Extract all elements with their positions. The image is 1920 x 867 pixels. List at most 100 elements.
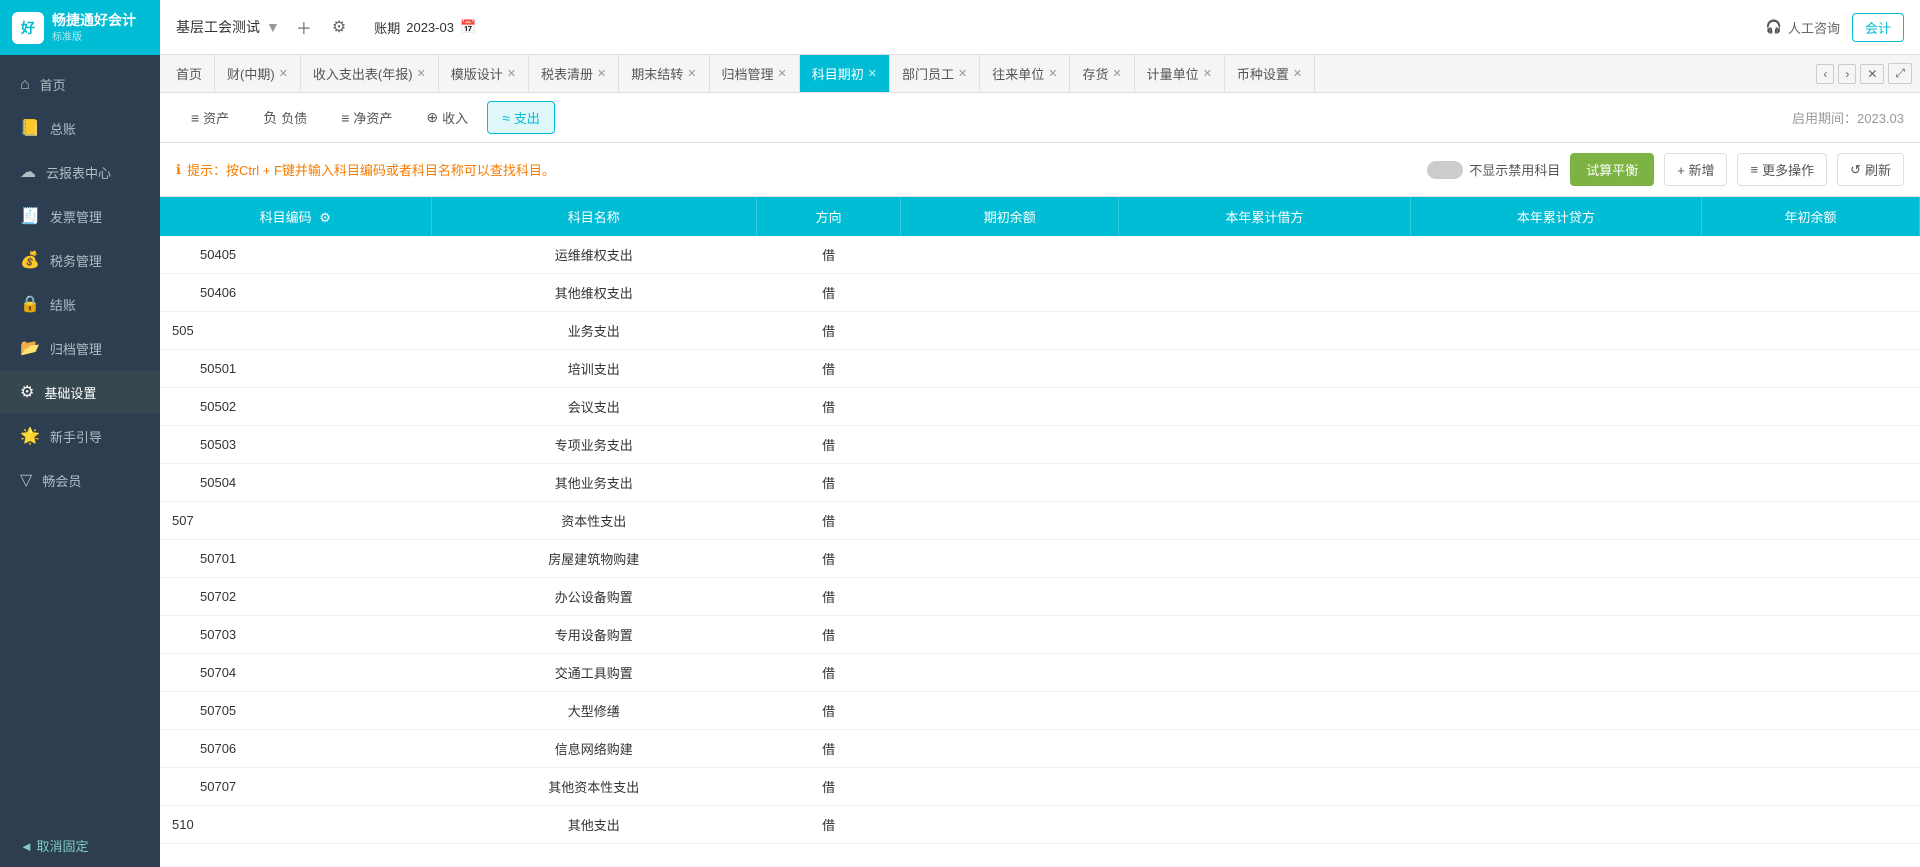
subtab-equity-label: 净资产 [353, 108, 392, 127]
cell-code: 50504 [160, 464, 431, 502]
cell-direction: 借 [756, 730, 900, 768]
tab-interim-close[interactable]: ✕ [279, 67, 288, 80]
sidebar-item-close[interactable]: 🔒 结账 [0, 282, 160, 326]
tab-dept-close[interactable]: ✕ [958, 67, 967, 80]
table-row[interactable]: 50702办公设备购置借 [160, 578, 1920, 616]
table-row[interactable]: 50504其他业务支出借 [160, 464, 1920, 502]
sidebar-item-settings[interactable]: ⚙ 基础设置 [0, 370, 160, 414]
cell-ytd-credit [1410, 654, 1701, 692]
tab-dept[interactable]: 部门员工 ✕ [890, 55, 980, 93]
tab-income[interactable]: 收入支出表(年报) ✕ [301, 55, 439, 93]
refresh-btn[interactable]: ↺ 刷新 [1837, 153, 1904, 186]
sidebar-item-home[interactable]: ⌂ 首页 [0, 63, 160, 106]
sidebar-collapse-btn[interactable]: ◄ 取消固定 [0, 824, 160, 867]
org-dropdown-icon[interactable]: ▼ [266, 19, 280, 35]
cell-year-opening [1702, 350, 1920, 388]
tab-partners-close[interactable]: ✕ [1048, 67, 1057, 80]
sidebar-label-reports: 云报表中心 [46, 163, 111, 182]
toggle-label-text: 不显示禁用科目 [1469, 160, 1560, 179]
kuaiji-btn[interactable]: 会计 [1852, 13, 1904, 42]
tab-partners[interactable]: 往来单位 ✕ [980, 55, 1070, 93]
cell-ytd-debit [1119, 236, 1410, 274]
main-content: 基层工会测试 ▼ ＋ ⚙ 账期 2023-03 📅 🎧 人工咨询 会计 首页 财… [160, 0, 1920, 867]
subtab-liability[interactable]: 负 负债 [248, 101, 322, 135]
sidebar-item-archive[interactable]: 📂 归档管理 [0, 326, 160, 370]
tab-subject-init[interactable]: 科目期初 ✕ [800, 55, 890, 93]
tab-template[interactable]: 模版设计 ✕ [439, 55, 529, 93]
sidebar-item-ledger[interactable]: 📒 总账 [0, 106, 160, 150]
table-header-row: 科目编码 ⚙ 科目名称 方向 期初余额 本年累计借方 本年累计贷方 年初余额 [160, 197, 1920, 236]
table-row[interactable]: 50503专项业务支出借 [160, 426, 1920, 464]
sidebar-item-guide[interactable]: 🌟 新手引导 [0, 414, 160, 458]
tab-template-close[interactable]: ✕ [507, 67, 516, 80]
table-row[interactable]: 50701房屋建筑物购建借 [160, 540, 1920, 578]
subtab-income-label: 收入 [442, 108, 468, 127]
tabs-expand-btn[interactable]: ⤢ [1888, 63, 1912, 84]
sidebar-item-reports[interactable]: ☁ 云报表中心 [0, 150, 160, 194]
member-icon: ▽ [20, 470, 32, 490]
table-row[interactable]: 50406其他维权支出借 [160, 274, 1920, 312]
add-tab-btn[interactable]: ＋ [292, 11, 316, 43]
tabs-next-btn[interactable]: › [1838, 64, 1856, 84]
cell-name: 资本性支出 [431, 502, 756, 540]
table-row[interactable]: 50707其他资本性支出借 [160, 768, 1920, 806]
cell-ytd-credit [1410, 464, 1701, 502]
tab-units-label: 计量单位 [1147, 64, 1199, 83]
table-row[interactable]: 50706信息网络购建借 [160, 730, 1920, 768]
table-row[interactable]: 50502会议支出借 [160, 388, 1920, 426]
tab-inventory-close[interactable]: ✕ [1112, 67, 1121, 80]
cell-direction: 借 [756, 654, 900, 692]
tab-subject-init-close[interactable]: ✕ [868, 67, 877, 80]
tab-interim-label: 财(中期) [227, 64, 275, 83]
tab-currency[interactable]: 币种设置 ✕ [1225, 55, 1315, 93]
disable-toggle[interactable] [1427, 161, 1463, 179]
tab-dept-label: 部门员工 [902, 64, 954, 83]
table-row[interactable]: 50704交通工具购置借 [160, 654, 1920, 692]
tab-taxform[interactable]: 税表清册 ✕ [529, 55, 619, 93]
sidebar-item-member[interactable]: ▽ 畅会员 [0, 458, 160, 502]
table-row[interactable]: 510其他支出借 [160, 806, 1920, 844]
tab-units-close[interactable]: ✕ [1203, 67, 1212, 80]
table-row[interactable]: 50703专用设备购置借 [160, 616, 1920, 654]
subtab-income[interactable]: ⊕ 收入 [411, 101, 483, 134]
calc-balance-btn[interactable]: 试算平衡 [1570, 153, 1654, 186]
tab-inventory[interactable]: 存货 ✕ [1070, 55, 1134, 93]
tab-archive-close[interactable]: ✕ [778, 67, 787, 80]
tab-period-end[interactable]: 期末结转 ✕ [619, 55, 709, 93]
more-actions-btn[interactable]: ≡ 更多操作 [1737, 153, 1827, 186]
table-row[interactable]: 50405运维维权支出借 [160, 236, 1920, 274]
add-btn[interactable]: + 新增 [1664, 153, 1727, 186]
cell-name: 信息网络购建 [431, 730, 756, 768]
tab-archive[interactable]: 归档管理 ✕ [710, 55, 800, 93]
tab-home[interactable]: 首页 [164, 55, 215, 93]
tab-income-close[interactable]: ✕ [417, 67, 426, 80]
col-settings-icon[interactable]: ⚙ [319, 210, 331, 225]
table-row[interactable]: 50705大型修缮借 [160, 692, 1920, 730]
sidebar-item-tax[interactable]: 💰 税务管理 [0, 238, 160, 282]
tab-interim[interactable]: 财(中期) ✕ [215, 55, 301, 93]
cell-ytd-debit [1119, 616, 1410, 654]
tab-currency-close[interactable]: ✕ [1293, 67, 1302, 80]
table-row[interactable]: 50501培训支出借 [160, 350, 1920, 388]
tab-currency-label: 币种设置 [1237, 64, 1289, 83]
table-row[interactable]: 507资本性支出借 [160, 502, 1920, 540]
tab-period-end-close[interactable]: ✕ [687, 67, 696, 80]
service-btn[interactable]: 🎧 人工咨询 [1766, 18, 1840, 37]
calendar-icon[interactable]: 📅 [460, 19, 476, 35]
table-row[interactable]: 505业务支出借 [160, 312, 1920, 350]
tab-period-end-label: 期末结转 [631, 64, 683, 83]
tab-taxform-close[interactable]: ✕ [597, 67, 606, 80]
tabs-close-all-btn[interactable]: ✕ [1860, 64, 1884, 84]
subtab-asset[interactable]: ≡ 资产 [176, 101, 244, 134]
tab-subject-init-label: 科目期初 [812, 64, 864, 83]
settings-btn[interactable]: ⚙ [328, 13, 350, 41]
subtab-expense-label: 支出 [514, 108, 540, 127]
col-ytd-credit: 本年累计贷方 [1410, 197, 1701, 236]
subtab-equity[interactable]: ≡ 净资产 [326, 101, 407, 134]
tab-units[interactable]: 计量单位 ✕ [1135, 55, 1225, 93]
tax-icon: 💰 [20, 250, 40, 270]
tabs-prev-btn[interactable]: ‹ [1816, 64, 1834, 84]
subtab-expense[interactable]: ≈ 支出 [487, 101, 555, 134]
cell-code: 505 [160, 312, 431, 350]
sidebar-item-invoice[interactable]: 🧾 发票管理 [0, 194, 160, 238]
